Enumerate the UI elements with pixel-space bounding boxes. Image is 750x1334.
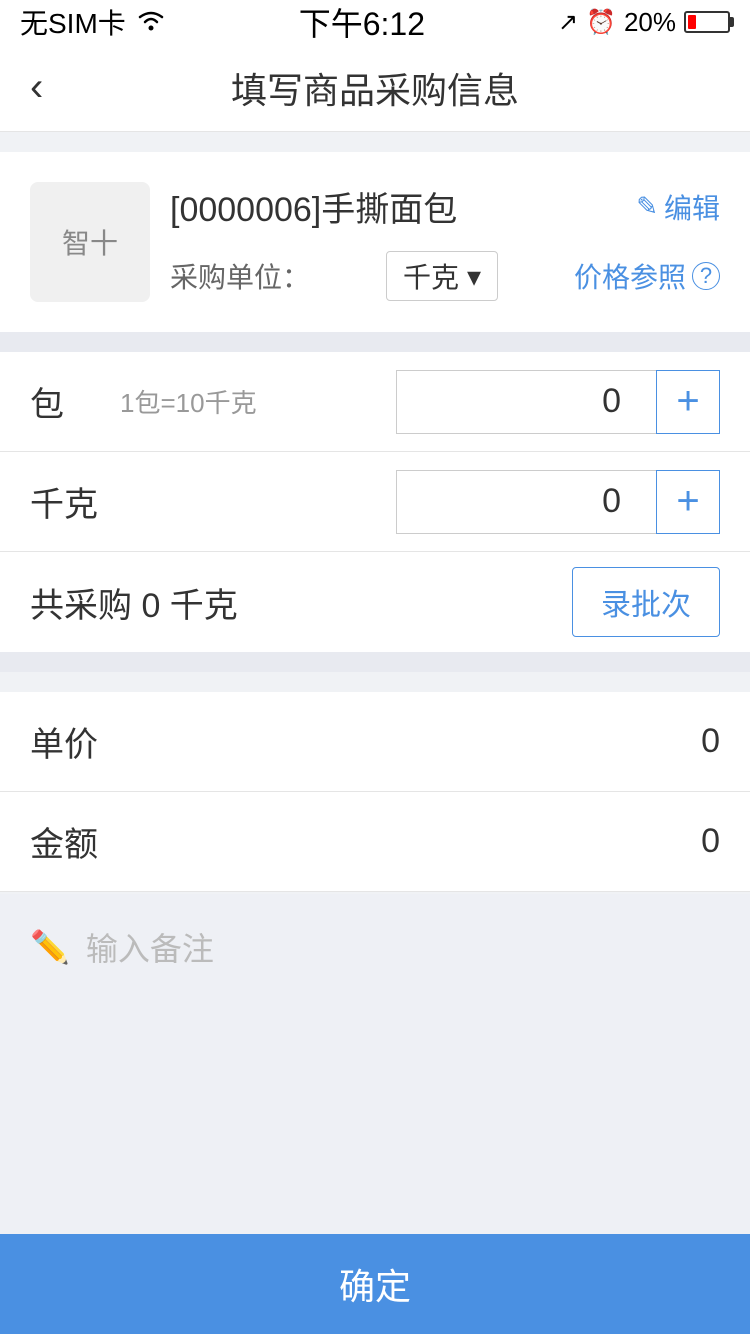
bag-input-group: + — [396, 370, 720, 434]
bag-label: 包 — [30, 377, 110, 426]
input-section: 包 1包=10千克 + 千克 + — [0, 352, 750, 552]
purchase-unit-label: 采购单位： — [170, 256, 310, 296]
amount-label: 金额 — [30, 817, 98, 866]
amount-row: 金额 0 — [0, 792, 750, 892]
product-image: 智十 — [30, 182, 150, 302]
pencil-icon: ✏️ — [30, 928, 70, 966]
chevron-down-icon: ▾ — [467, 260, 481, 293]
product-image-text: 智十 — [62, 222, 118, 262]
kg-plus-button[interactable]: + — [656, 470, 720, 534]
battery-percent: 20% — [624, 7, 676, 38]
bag-sublabel: 1包=10千克 — [120, 383, 257, 420]
bag-plus-button[interactable]: + — [656, 370, 720, 434]
unit-price-label: 单价 — [30, 717, 98, 766]
unit-price-value: 0 — [701, 722, 720, 761]
remark-placeholder: 输入备注 — [86, 924, 214, 970]
back-button[interactable]: ‹ — [30, 65, 43, 110]
product-card: 智十 [0000006]手撕面包 ✎ 编辑 采购单位： 千克 ▾ 价格参照 ? — [0, 152, 750, 332]
divider-2 — [0, 652, 750, 672]
edit-icon: ✎ — [636, 191, 658, 222]
battery-icon — [684, 11, 730, 33]
wifi-icon — [136, 6, 166, 38]
summary-text: 共采购 0 千克 — [30, 578, 238, 627]
status-bar-left: 无SIM卡 — [20, 2, 166, 42]
product-header: [0000006]手撕面包 ✎ 编辑 — [170, 182, 720, 231]
remark-section[interactable]: ✏️ 输入备注 — [0, 894, 750, 1000]
batch-button[interactable]: 录批次 — [572, 567, 720, 637]
nav-bar: ‹ 填写商品采购信息 — [0, 44, 750, 132]
info-section: 单价 0 金额 0 — [0, 692, 750, 892]
product-info: [0000006]手撕面包 ✎ 编辑 采购单位： 千克 ▾ 价格参照 ? — [170, 182, 720, 301]
price-ref-label: 价格参照 — [574, 256, 686, 296]
bag-input-row: 包 1包=10千克 + — [0, 352, 750, 452]
unit-select[interactable]: 千克 ▾ — [386, 251, 498, 301]
page-title: 填写商品采购信息 — [231, 62, 519, 114]
purchase-unit-row: 采购单位： 千克 ▾ 价格参照 ? — [170, 251, 720, 301]
divider-1 — [0, 332, 750, 352]
kg-input-group: + — [396, 470, 720, 534]
alarm-icon: ⏰ — [586, 8, 616, 37]
confirm-button[interactable]: 确定 — [0, 1234, 750, 1334]
question-icon: ? — [692, 262, 720, 290]
unit-value: 千克 — [403, 256, 459, 296]
kg-input[interactable] — [396, 470, 656, 534]
status-bar-right: ↗ ⏰ 20% — [558, 7, 730, 38]
edit-button[interactable]: ✎ 编辑 — [636, 187, 720, 227]
status-bar-time: 下午6:12 — [299, 0, 425, 45]
location-icon: ↗ — [558, 8, 578, 37]
unit-price-row: 单价 0 — [0, 692, 750, 792]
price-ref-button[interactable]: 价格参照 ? — [574, 256, 720, 296]
bag-input[interactable] — [396, 370, 656, 434]
kg-input-row: 千克 + — [0, 452, 750, 552]
carrier-label: 无SIM卡 — [20, 2, 126, 42]
amount-value: 0 — [701, 822, 720, 861]
product-name: [0000006]手撕面包 — [170, 182, 457, 231]
kg-label: 千克 — [30, 477, 110, 526]
status-bar: 无SIM卡 下午6:12 ↗ ⏰ 20% — [0, 0, 750, 44]
summary-row: 共采购 0 千克 录批次 — [0, 552, 750, 652]
